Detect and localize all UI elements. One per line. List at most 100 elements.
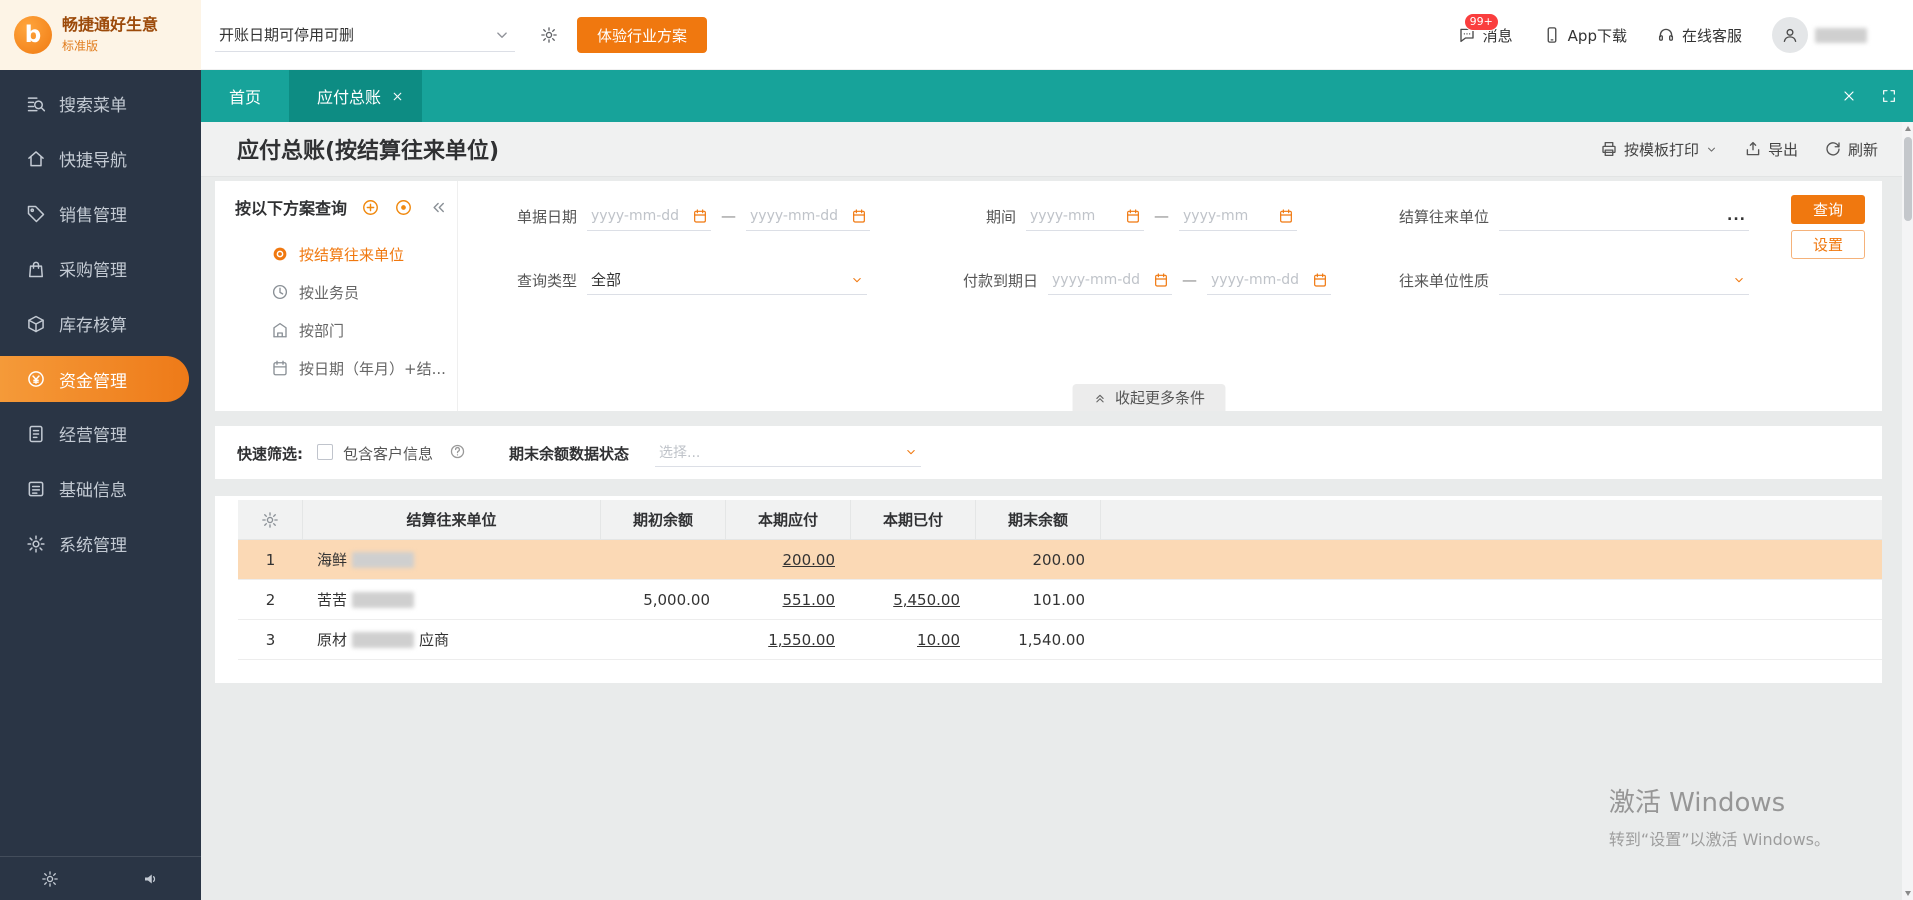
paid-drilldown-link[interactable]: 10.00 bbox=[917, 631, 960, 649]
sidebar-item-search-menu[interactable]: 搜索菜单 bbox=[0, 76, 201, 131]
calendar-icon[interactable] bbox=[1153, 272, 1169, 288]
search-menu-icon bbox=[27, 96, 46, 111]
settle-unit-input[interactable]: ... bbox=[1499, 201, 1750, 231]
vertical-scrollbar[interactable] bbox=[1902, 122, 1913, 900]
date-placeholder: yyyy-mm-dd bbox=[591, 207, 680, 224]
search-button[interactable]: 查询 bbox=[1791, 195, 1865, 224]
query-type-label: 查询类型 bbox=[517, 271, 578, 290]
sidebar-item-system[interactable]: 系统管理 bbox=[0, 516, 201, 571]
collapse-more-conditions[interactable]: 收起更多条件 bbox=[1072, 384, 1226, 411]
tab-close-icon[interactable] bbox=[391, 90, 404, 103]
due-date-to-input[interactable]: yyyy-mm-dd bbox=[1207, 265, 1332, 295]
target-icon[interactable] bbox=[394, 198, 413, 217]
experience-solution-button[interactable]: 体验行业方案 bbox=[577, 17, 708, 53]
system-gear-icon bbox=[27, 534, 45, 553]
row-index: 1 bbox=[238, 540, 303, 580]
print-by-template-button[interactable]: 按模板打印 bbox=[1600, 139, 1718, 160]
cell-settle-unit[interactable]: 原材 应商 bbox=[303, 620, 601, 660]
payable-drilldown-link[interactable]: 551.00 bbox=[783, 591, 836, 609]
tab-payable-ledger[interactable]: 应付总账 bbox=[289, 70, 423, 122]
app-download-label: App下载 bbox=[1567, 26, 1627, 45]
collapse-panel-icon[interactable] bbox=[429, 198, 448, 217]
settle-unit-label: 结算往来单位 bbox=[1399, 207, 1490, 226]
box-icon bbox=[28, 315, 44, 332]
closing-balance-status-select[interactable]: 选择... bbox=[655, 437, 921, 467]
messages-item[interactable]: 99+ 消息 bbox=[1458, 12, 1513, 46]
online-service-item[interactable]: 在线客服 bbox=[1657, 25, 1742, 46]
sidebar-item-label: 销售管理 bbox=[59, 206, 127, 226]
unit-nature-select[interactable] bbox=[1499, 265, 1750, 295]
sidebar-item-purchase[interactable]: 采购管理 bbox=[0, 241, 201, 296]
sidebar-item-funds[interactable]: 资金管理 bbox=[0, 356, 189, 402]
add-scheme-icon[interactable] bbox=[361, 198, 380, 217]
scroll-down-arrow[interactable] bbox=[1902, 887, 1913, 900]
sidebar-item-sales[interactable]: 销售管理 bbox=[0, 186, 201, 241]
doc-date-to-input[interactable]: yyyy-mm-dd bbox=[746, 201, 871, 231]
due-date-from-input[interactable]: yyyy-mm-dd bbox=[1048, 265, 1173, 295]
date-placeholder: yyyy-mm-dd bbox=[750, 207, 839, 224]
payable-drilldown-link[interactable]: 1,550.00 bbox=[768, 631, 835, 649]
period-from-input[interactable]: yyyy-mm bbox=[1026, 201, 1145, 231]
cell-current-payable: 200.00 bbox=[726, 540, 851, 580]
brand-area: b 畅捷通好生意 标准版 bbox=[0, 0, 201, 70]
avatar bbox=[1772, 17, 1808, 53]
cell-opening-balance bbox=[601, 620, 726, 660]
calendar-icon[interactable] bbox=[692, 208, 708, 224]
more-options-icon[interactable]: ... bbox=[1727, 208, 1746, 224]
doc-date-from-input[interactable]: yyyy-mm-dd bbox=[587, 201, 712, 231]
footer-gear-icon[interactable] bbox=[0, 870, 101, 888]
settings-button[interactable]: 设置 bbox=[1791, 230, 1865, 259]
mobile-app-icon bbox=[1547, 27, 1557, 43]
close-all-icon[interactable] bbox=[1841, 88, 1857, 104]
cell-closing-balance: 1,540.00 bbox=[976, 620, 1101, 660]
payable-drilldown-link[interactable]: 200.00 bbox=[783, 551, 836, 569]
scrollbar-thumb[interactable] bbox=[1903, 137, 1912, 221]
calendar-icon[interactable] bbox=[851, 208, 867, 224]
range-dash: — bbox=[1154, 207, 1170, 225]
status-placeholder: 选择... bbox=[659, 444, 701, 461]
cell-settle-unit[interactable]: 苦苦 bbox=[303, 580, 601, 620]
refresh-button[interactable]: 刷新 bbox=[1824, 139, 1878, 160]
sidebar-item-inventory[interactable]: 库存核算 bbox=[0, 296, 201, 351]
coin-icon bbox=[28, 371, 44, 387]
sidebar-item-business[interactable]: 经营管理 bbox=[0, 406, 201, 461]
cell-current-payable: 551.00 bbox=[726, 580, 851, 620]
export-label: 导出 bbox=[1767, 140, 1798, 159]
app-download-item[interactable]: App下载 bbox=[1543, 25, 1627, 46]
period-label: 期间 bbox=[986, 207, 1017, 226]
scheme-by-date[interactable]: 按日期（年月）+结... bbox=[215, 349, 457, 387]
user-account-item[interactable] bbox=[1772, 17, 1867, 53]
settings-gear-icon[interactable] bbox=[540, 26, 558, 44]
include-customer-label: 包含客户信息 bbox=[343, 445, 434, 463]
scheme-by-department[interactable]: 按部门 bbox=[215, 311, 457, 349]
scheme-by-settlement-unit[interactable]: 按结算往来单位 bbox=[215, 235, 457, 273]
calendar-icon[interactable] bbox=[1125, 208, 1141, 224]
paid-drilldown-link[interactable]: 5,450.00 bbox=[893, 591, 960, 609]
calendar-icon[interactable] bbox=[1312, 272, 1328, 288]
calendar-icon[interactable] bbox=[1278, 208, 1294, 224]
scroll-up-arrow[interactable] bbox=[1902, 122, 1913, 135]
app-root: b 畅捷通好生意 标准版 开账日期可停用可删 体验行业方案 99+ 消息 App… bbox=[0, 0, 1913, 900]
cell-current-payable: 1,550.00 bbox=[726, 620, 851, 660]
col-header-current-paid: 本期已付 bbox=[851, 500, 976, 540]
account-set-select[interactable]: 开账日期可停用可删 bbox=[215, 18, 515, 52]
cell-opening-balance bbox=[601, 540, 726, 580]
query-type-select[interactable]: 全部 bbox=[587, 265, 868, 295]
home-icon bbox=[28, 150, 44, 166]
column-gear-icon[interactable] bbox=[261, 511, 279, 529]
cell-current-paid: 5,450.00 bbox=[851, 580, 976, 620]
query-type-filter: 查询类型 全部 bbox=[517, 265, 868, 295]
fullscreen-icon[interactable] bbox=[1881, 88, 1897, 104]
filter-panel: 按以下方案查询 按结算往来单位 按业务员 按部门 按日期（年月）+结... 单据… bbox=[215, 181, 1882, 411]
sidebar-item-quick-nav[interactable]: 快捷导航 bbox=[0, 131, 201, 186]
query-scheme-header: 按以下方案查询 bbox=[215, 181, 457, 219]
speaker-icon[interactable] bbox=[101, 870, 202, 888]
period-to-input[interactable]: yyyy-mm bbox=[1179, 201, 1298, 231]
scheme-by-salesperson[interactable]: 按业务员 bbox=[215, 273, 457, 311]
cell-settle-unit[interactable]: 海鲜 bbox=[303, 540, 601, 580]
include-customer-checkbox[interactable] bbox=[317, 444, 333, 460]
export-button[interactable]: 导出 bbox=[1744, 139, 1798, 160]
help-icon[interactable] bbox=[449, 443, 466, 460]
tab-home[interactable]: 首页 bbox=[201, 70, 289, 122]
sidebar-item-base-info[interactable]: 基础信息 bbox=[0, 461, 201, 516]
